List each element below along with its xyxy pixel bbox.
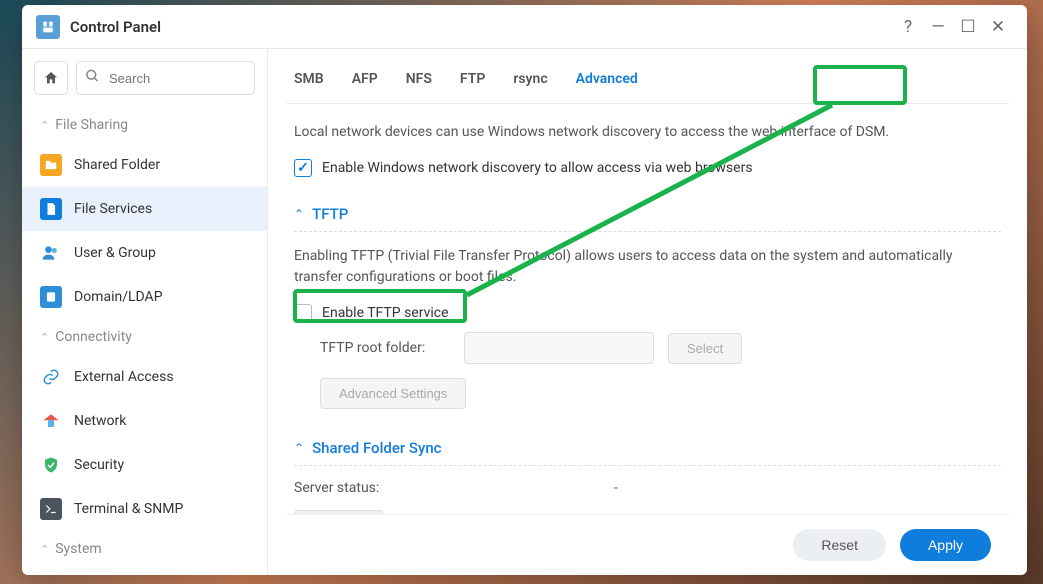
tab-afp[interactable]: AFP — [352, 71, 378, 91]
sidebar-item-user-group[interactable]: User & Group — [22, 231, 267, 275]
home-button[interactable] — [34, 61, 68, 95]
tftp-select-button[interactable]: Select — [668, 333, 742, 364]
sidebar-item-security[interactable]: Security — [22, 443, 267, 487]
section-label: Connectivity — [55, 329, 132, 345]
sidebar-item-external-access[interactable]: External Access — [22, 355, 267, 399]
tab-nfs[interactable]: NFS — [406, 71, 432, 91]
tab-smb[interactable]: SMB — [294, 71, 324, 91]
tftp-root-input[interactable] — [464, 332, 654, 364]
section-title: Shared Folder Sync — [312, 439, 441, 457]
app-icon — [36, 15, 60, 39]
wnd-description: Local network devices can use Windows ne… — [294, 122, 1001, 143]
link-icon — [40, 366, 62, 388]
chevron-up-icon: ⌃ — [40, 119, 49, 132]
section-connectivity[interactable]: ⌃ Connectivity — [22, 319, 267, 355]
chevron-up-icon: ⌃ — [294, 207, 304, 221]
sidebar-item-shared-folder[interactable]: Shared Folder — [22, 143, 267, 187]
window-title: Control Panel — [70, 18, 161, 36]
section-label: System — [55, 541, 101, 557]
sidebar-item-label: User & Group — [74, 245, 156, 261]
tab-ftp[interactable]: FTP — [460, 71, 485, 91]
maximize-button[interactable]: ☐ — [953, 12, 983, 42]
sidebar-item-terminal-snmp[interactable]: Terminal & SNMP — [22, 487, 267, 531]
tftp-root-label: TFTP root folder: — [320, 340, 450, 356]
sidebar-item-label: Network — [74, 413, 126, 429]
help-button[interactable]: ? — [893, 12, 923, 42]
file-icon — [40, 198, 62, 220]
sidebar-item-network[interactable]: Network — [22, 399, 267, 443]
sidebar-item-label: Shared Folder — [74, 157, 160, 173]
domain-icon — [40, 286, 62, 308]
shield-icon — [40, 454, 62, 476]
apply-button[interactable]: Apply — [900, 529, 991, 561]
sidebar-item-file-services[interactable]: File Services — [22, 187, 267, 231]
chevron-up-icon: ⌃ — [40, 543, 49, 556]
footer: Reset Apply — [286, 514, 1009, 575]
wnd-checkbox-label: Enable Windows network discovery to allo… — [322, 160, 753, 176]
network-icon — [40, 410, 62, 432]
tftp-advanced-button[interactable]: Advanced Settings — [320, 378, 466, 409]
tftp-description: Enabling TFTP (Trivial File Transfer Pro… — [294, 246, 1001, 288]
section-label: File Sharing — [55, 117, 128, 133]
sidebar-item-label: Security — [74, 457, 124, 473]
search-input[interactable] — [76, 61, 255, 95]
section-file-sharing[interactable]: ⌃ File Sharing — [22, 107, 267, 143]
minimize-button[interactable]: — — [923, 12, 953, 42]
sidebar-item-label: File Services — [74, 201, 152, 217]
folder-icon — [40, 154, 62, 176]
sidebar-item-label: External Access — [74, 369, 174, 385]
sidebar-item-domain-ldap[interactable]: Domain/LDAP — [22, 275, 267, 319]
sidebar-item-label: Terminal & SNMP — [74, 501, 183, 517]
search-icon — [85, 69, 100, 88]
tftp-enable-label: Enable TFTP service — [322, 305, 449, 321]
home-icon — [43, 70, 59, 86]
control-panel-window: Control Panel ? — ☐ ✕ ⌃ File Sharing — [22, 5, 1027, 575]
chevron-up-icon: ⌃ — [40, 331, 49, 344]
terminal-icon — [40, 498, 62, 520]
close-button[interactable]: ✕ — [983, 12, 1013, 42]
server-status-label: Server status: — [294, 480, 614, 496]
users-icon — [40, 242, 62, 264]
sidebar-item-label: Domain/LDAP — [74, 289, 163, 305]
section-tftp[interactable]: ⌃ TFTP — [294, 197, 1001, 232]
server-status-value: - — [614, 480, 618, 496]
section-title: TFTP — [312, 205, 348, 223]
reset-button[interactable]: Reset — [793, 529, 886, 561]
chevron-up-icon: ⌃ — [294, 441, 304, 455]
section-shared-folder-sync[interactable]: ⌃ Shared Folder Sync — [294, 431, 1001, 466]
tab-advanced[interactable]: Advanced — [576, 71, 638, 91]
wnd-checkbox[interactable] — [294, 159, 312, 177]
titlebar: Control Panel ? — ☐ ✕ — [22, 5, 1027, 49]
content-pane: SMB AFP NFS FTP rsync Advanced Local net… — [268, 49, 1027, 575]
section-system[interactable]: ⌃ System — [22, 531, 267, 567]
tab-rsync[interactable]: rsync — [513, 71, 547, 91]
sidebar: ⌃ File Sharing Shared Folder File Servic… — [22, 49, 268, 575]
tftp-enable-checkbox[interactable] — [294, 304, 312, 322]
tab-bar: SMB AFP NFS FTP rsync Advanced — [286, 49, 1009, 104]
